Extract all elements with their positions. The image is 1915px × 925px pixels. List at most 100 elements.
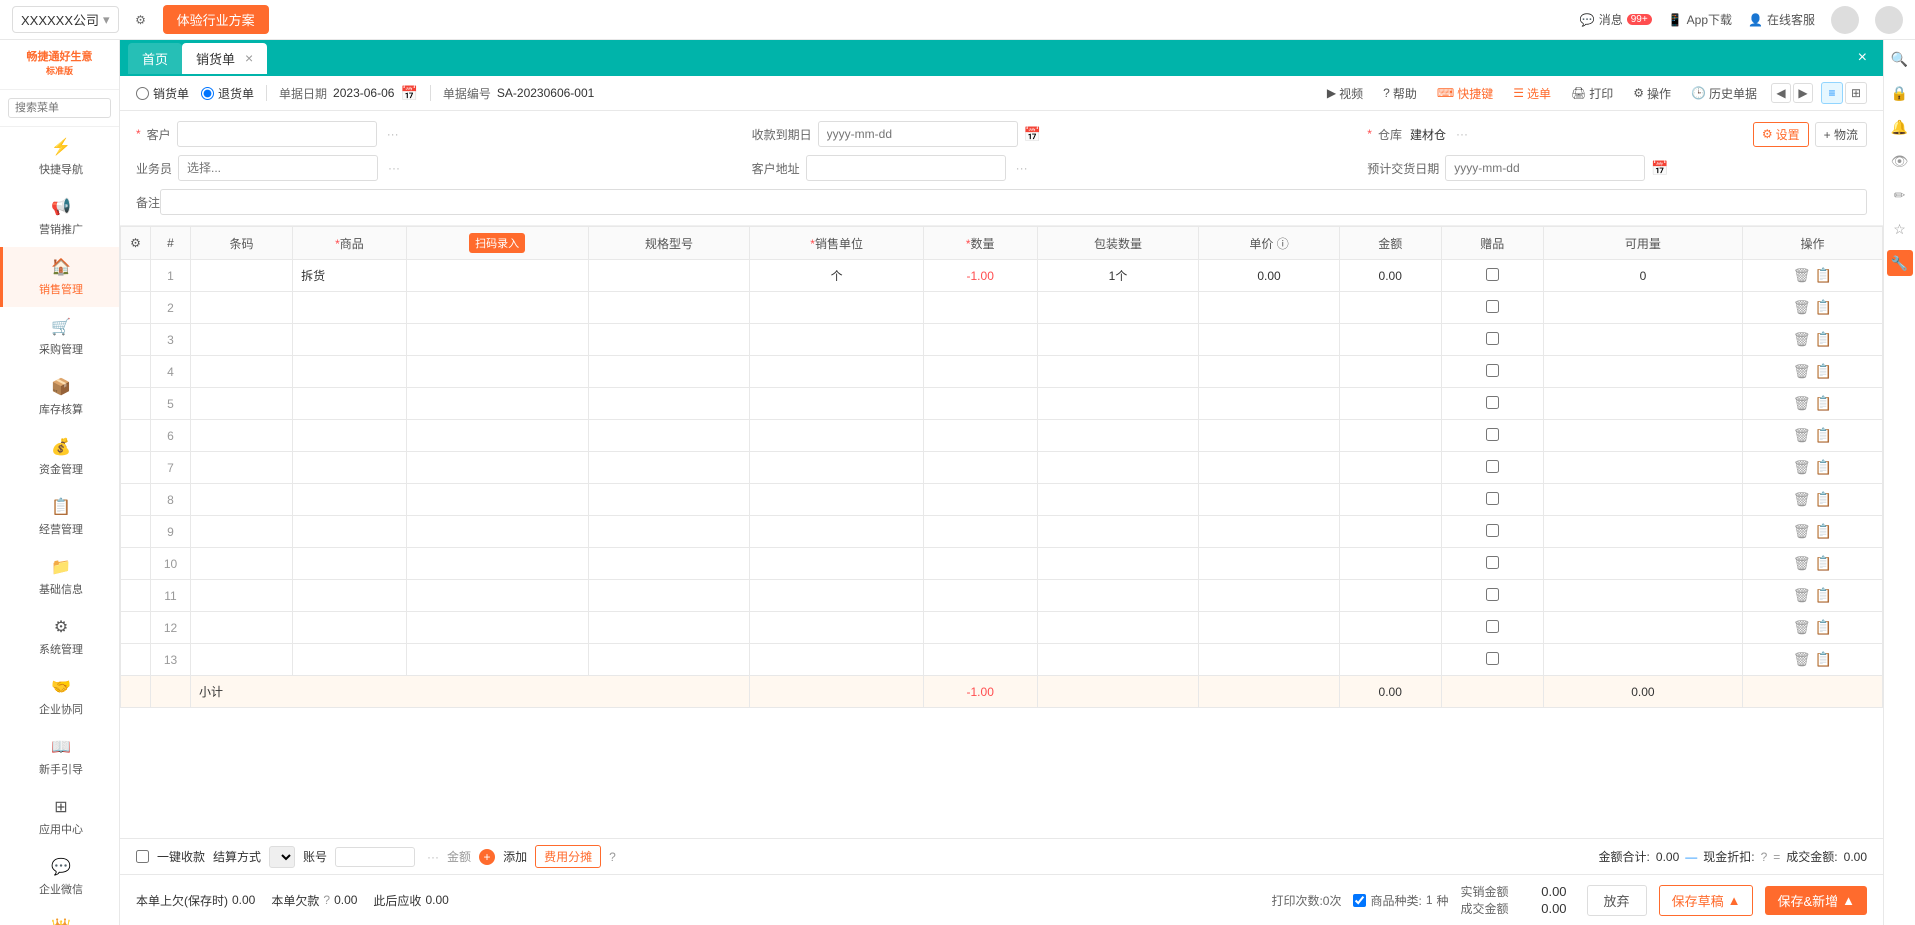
row-gift[interactable]	[1441, 612, 1543, 644]
row-product[interactable]	[293, 580, 407, 612]
expected-delivery-input[interactable]	[1445, 155, 1645, 181]
sidebar-item-purchase[interactable]: 🛒 采购管理	[0, 307, 119, 367]
row-gift[interactable]	[1441, 324, 1543, 356]
row-unit[interactable]	[750, 516, 923, 548]
save-draft-button[interactable]: 保存草稿 ▲	[1659, 885, 1754, 916]
delete-row-button[interactable]: 🗑	[1793, 363, 1811, 380]
row-gift[interactable]	[1441, 580, 1543, 612]
row-unit-price[interactable]	[1199, 388, 1339, 420]
expense-help-icon[interactable]: ?	[609, 850, 616, 864]
row-qty[interactable]	[923, 356, 1037, 388]
row-spec[interactable]	[588, 388, 750, 420]
shortcut-button[interactable]: ⌨ 快捷键	[1431, 83, 1499, 104]
row-amount[interactable]	[1339, 420, 1441, 452]
row-qty[interactable]	[923, 516, 1037, 548]
row-qty[interactable]	[923, 580, 1037, 612]
row-unit[interactable]	[750, 484, 923, 516]
row-unit-price[interactable]	[1199, 516, 1339, 548]
row-spec[interactable]	[588, 580, 750, 612]
warehouse-dots[interactable]: ···	[1456, 127, 1468, 141]
tab-sales-order[interactable]: 销货单 ×	[182, 43, 267, 74]
row-pkg-qty[interactable]	[1037, 516, 1199, 548]
sidebar-item-app-center[interactable]: ⊞ 应用中心	[0, 787, 119, 847]
row-unit-price[interactable]	[1199, 644, 1339, 676]
row-gift[interactable]	[1441, 548, 1543, 580]
row-unit-price[interactable]	[1199, 292, 1339, 324]
sidebar-item-basic-info[interactable]: 📁 基础信息	[0, 547, 119, 607]
salesperson-input[interactable]	[178, 155, 378, 181]
settings-button[interactable]: ⚙ 设置	[1753, 122, 1809, 147]
row-unit[interactable]	[750, 420, 923, 452]
online-service-button[interactable]: 👤 在线客服	[1748, 11, 1815, 28]
row-barcode[interactable]	[191, 324, 293, 356]
copy-row-button[interactable]: 📋	[1815, 427, 1832, 444]
row-unit-price[interactable]	[1199, 420, 1339, 452]
settlement-select[interactable]	[269, 846, 295, 868]
rp-star-button[interactable]: ☆	[1887, 216, 1913, 242]
delete-row-button[interactable]: 🗑	[1793, 523, 1811, 540]
row-amount[interactable]	[1339, 388, 1441, 420]
row-unit[interactable]	[750, 452, 923, 484]
row-product[interactable]	[293, 516, 407, 548]
row-product[interactable]	[293, 388, 407, 420]
account-input[interactable]	[335, 847, 415, 867]
payment-cal-icon[interactable]: 📅	[1024, 126, 1041, 143]
prev-arrow[interactable]: ◀	[1771, 83, 1791, 103]
gift-checkbox[interactable]	[1486, 620, 1499, 633]
row-amount[interactable]	[1339, 612, 1441, 644]
video-button[interactable]: ▶ 视频	[1321, 83, 1369, 104]
delete-row-button[interactable]: 🗑	[1793, 299, 1811, 316]
row-qty[interactable]	[923, 420, 1037, 452]
row-barcode[interactable]	[191, 420, 293, 452]
expense-split-button[interactable]: 费用分摊	[535, 845, 601, 868]
copy-row-button[interactable]: 📋	[1815, 395, 1832, 412]
row-pkg-qty[interactable]	[1037, 388, 1199, 420]
row-unit-price[interactable]	[1199, 548, 1339, 580]
delete-row-button[interactable]: 🗑	[1793, 427, 1811, 444]
gift-checkbox[interactable]	[1486, 396, 1499, 409]
delete-row-button[interactable]: 🗑	[1793, 267, 1811, 284]
row-unit-price[interactable]	[1199, 452, 1339, 484]
rp-bell-button[interactable]: 🔔	[1887, 114, 1913, 140]
one-click-pay-checkbox[interactable]	[136, 850, 149, 863]
sidebar-item-system[interactable]: ⚙ 系统管理	[0, 607, 119, 667]
copy-row-button[interactable]: 📋	[1815, 523, 1832, 540]
row-unit-price[interactable]	[1199, 580, 1339, 612]
app-download-button[interactable]: 📱 App下载	[1668, 11, 1732, 28]
help-button[interactable]: ? 帮助	[1377, 83, 1423, 104]
row-unit[interactable]	[750, 292, 923, 324]
row-product[interactable]	[293, 548, 407, 580]
row-pkg-qty[interactable]	[1037, 612, 1199, 644]
avatar[interactable]	[1831, 6, 1859, 34]
row-gift[interactable]	[1441, 484, 1543, 516]
row-gift[interactable]	[1441, 452, 1543, 484]
row-barcode[interactable]	[191, 484, 293, 516]
scan-button[interactable]: 扫码录入	[469, 233, 525, 253]
row-product[interactable]	[293, 452, 407, 484]
history-button[interactable]: 🕒 历史单据	[1685, 83, 1763, 104]
copy-row-button[interactable]: 📋	[1815, 363, 1832, 380]
sidebar-item-marketing[interactable]: 📢 营销推广	[0, 187, 119, 247]
row-pkg-qty[interactable]	[1037, 548, 1199, 580]
row-qty[interactable]	[923, 644, 1037, 676]
row-pkg-qty[interactable]	[1037, 420, 1199, 452]
row-spec[interactable]	[588, 548, 750, 580]
th-gear[interactable]: ⚙	[121, 227, 151, 260]
row-amount[interactable]	[1339, 644, 1441, 676]
search-input[interactable]	[8, 98, 111, 118]
row-amount[interactable]: 0.00	[1339, 260, 1441, 292]
avatar-2[interactable]	[1875, 6, 1903, 34]
rp-lock-button[interactable]: 🔒	[1887, 80, 1913, 106]
save-new-button[interactable]: 保存&新增 ▲	[1765, 886, 1867, 915]
tab-close-icon[interactable]: ×	[245, 51, 253, 65]
copy-row-button[interactable]: 📋	[1815, 267, 1832, 284]
row-spec[interactable]	[588, 452, 750, 484]
row-qty[interactable]	[923, 484, 1037, 516]
row-amount[interactable]	[1339, 324, 1441, 356]
row-barcode[interactable]	[191, 580, 293, 612]
row-amount[interactable]	[1339, 292, 1441, 324]
row-unit-price[interactable]: 0.00	[1199, 260, 1339, 292]
customer-dots[interactable]: ···	[387, 127, 399, 141]
row-unit[interactable]	[750, 324, 923, 356]
operation-button[interactable]: ⚙ 操作	[1627, 83, 1677, 104]
